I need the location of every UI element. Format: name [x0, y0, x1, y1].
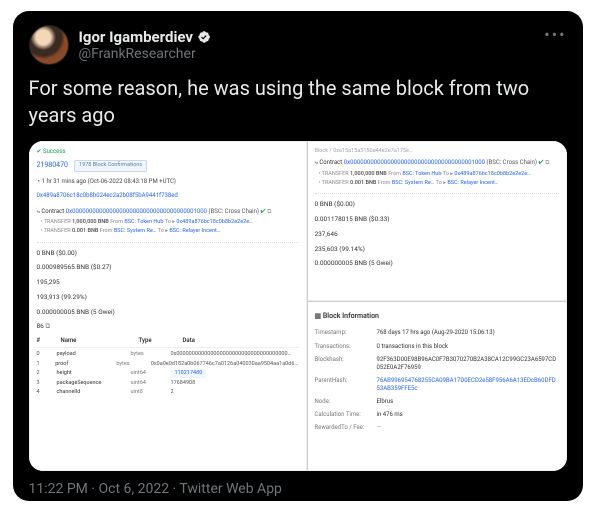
user-column: Igor Igamberdiev @FrankResearcher — [79, 28, 212, 63]
value-line: 235,603 (99.14%) — [315, 245, 559, 254]
confirmations-badge: 1978 Block Confirmations — [74, 160, 147, 171]
kv-row: Transactions:0 transactions in this bloc… — [315, 343, 559, 351]
copy-icon: ⧉ — [267, 208, 271, 215]
contract-row: ⤷ Contract 0x000000000000000000000000000… — [315, 159, 559, 167]
media-attachment[interactable]: Success 21980470 1978 Block Confirmation… — [29, 141, 567, 471]
block-info-heading: Block Information — [315, 312, 559, 321]
block-number: 21980470 — [37, 161, 68, 170]
kv-row: Blockhash:92F363D00E98B96AC0F7B3070270B2… — [315, 356, 559, 372]
value-line: 86 ⧉ — [37, 322, 299, 331]
transfer-row: • TRANSFER 0.001 BNB From BSC: System Re… — [319, 180, 559, 187]
more-icon[interactable]: ••• — [544, 25, 566, 44]
kv-row: RewardedTo / Fee:— — [315, 424, 559, 432]
tweet-text: For some reason, he was using the same b… — [29, 75, 567, 129]
avatar[interactable] — [29, 25, 69, 65]
explorer-pane-top-right: Block / 0xa15a15a3150a44e2e7a175e… ⤷ Con… — [307, 141, 567, 301]
value-line: 0 BNB ($0.00) — [37, 249, 299, 258]
transfer-row: • TRANSFER 1,000,000 BNB From BSC: Token… — [319, 171, 559, 178]
table-row: 4channelIduint82 — [37, 388, 299, 397]
display-name-row[interactable]: Igor Igamberdiev — [79, 28, 212, 46]
copy-icon: ⧉ — [45, 322, 50, 330]
kv-row: Calculation Time:in 476 ms — [315, 411, 559, 419]
tweet-header: Igor Igamberdiev @FrankResearcher — [29, 25, 567, 65]
value-line: 0.000989565 BNB ($0.27) — [37, 263, 299, 272]
kv-row: Timestamp:768 days 17 hrs ago (Aug-29-20… — [315, 329, 559, 337]
contract-row: ⤷ Contract 0x000000000000000000000000000… — [37, 208, 299, 216]
value-line: 237,646 — [315, 230, 559, 239]
table-row: 0payloadbytes0x0000000000000000000000000… — [37, 350, 299, 359]
value-line: 0 BNB ($0.00) — [315, 200, 559, 209]
kv-row: ParentHash:76AB996954768255CA09BA17D0ECD… — [315, 377, 559, 393]
value-line: 193,913 (99.29%) — [37, 293, 299, 302]
display-name: Igor Igamberdiev — [79, 28, 194, 46]
user-handle[interactable]: @FrankResearcher — [79, 46, 212, 63]
value-line: 0.000000005 BNB (5 Gwei) — [315, 259, 559, 268]
tweet-footer: 11:22 PM · Oct 6, 2022 · Twitter Web App — [29, 481, 567, 497]
transfer-row: • TRANSFER 1,000,000 BNB From BSC: Token… — [41, 219, 299, 226]
tweet-card: ••• Igor Igamberdiev @FrankResearcher Fo… — [13, 11, 583, 501]
table-row: 3packageSequenceuint6417684908 — [37, 379, 299, 388]
value-line: 0.001178015 BNB ($0.33) — [315, 215, 559, 224]
explorer-pane-bottom-right: Block Information Timestamp:768 days 17 … — [307, 301, 567, 471]
timestamp-line: ◔ 1 hr 31 mins ago (Oct-06-2022 08:43:18… — [37, 178, 299, 186]
copy-icon: ⧉ — [545, 159, 549, 166]
check-icon: ✔ — [539, 159, 544, 166]
value-line: 0.000000005 BNB (5 Gwei) — [37, 308, 299, 317]
value-line: 195,295 — [37, 278, 299, 287]
tx-hash: 0x489a8706c18c0b8b024ec2a2b08f5bA9441f73… — [37, 192, 299, 200]
explorer-pane-left: Success 21980470 1978 Block Confirmation… — [29, 141, 307, 471]
check-icon: ✔ — [261, 208, 266, 215]
table-row: 1proofbytes0x0a0e0d182a0b067746c7a0126a0… — [37, 360, 299, 369]
verified-badge-icon — [197, 30, 211, 44]
transfer-row: • TRANSFER 0.001 BNB From BSC: System Re… — [41, 228, 299, 235]
input-data-table: # Name Type Data 0payloadbytes0x00000000… — [37, 337, 299, 397]
table-row: 2heightuint64110217480 — [37, 369, 299, 378]
breadcrumb: Block / 0xa15a15a3150a44e2e7a175e… — [315, 148, 559, 155]
kv-row: Node:Elbrus — [315, 398, 559, 406]
status-badge: Success — [37, 148, 299, 156]
